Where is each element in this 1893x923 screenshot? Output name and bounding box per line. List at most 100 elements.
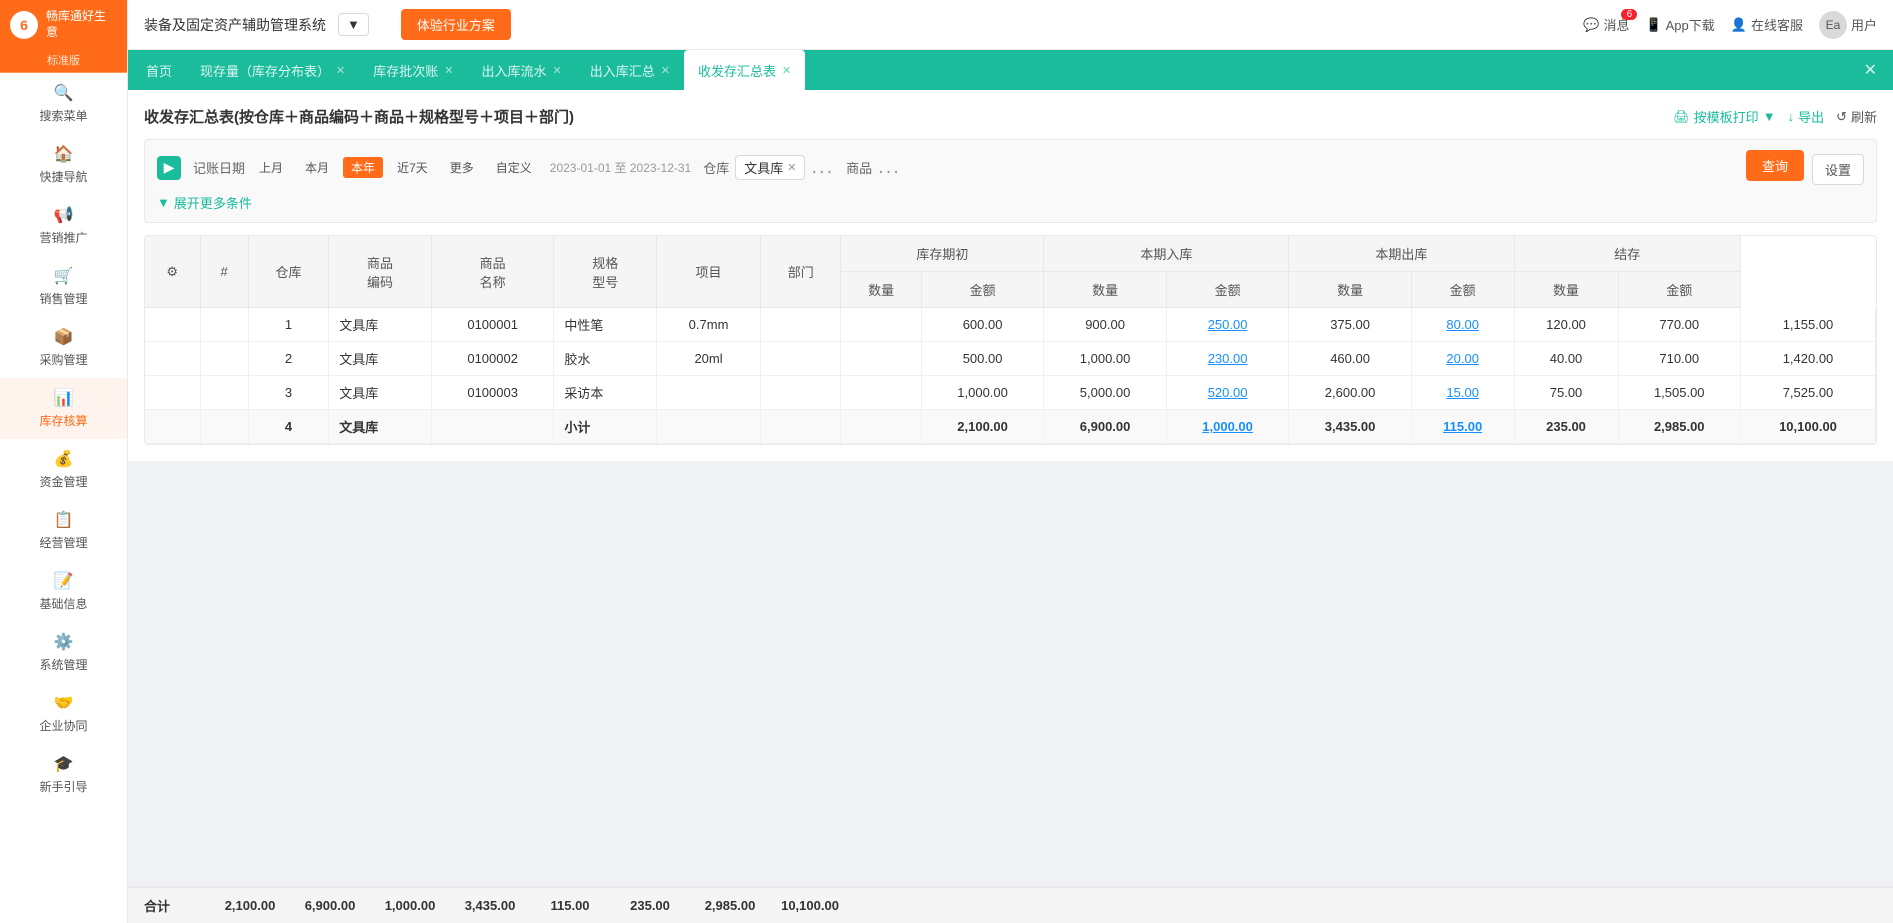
sidebar-item-guide[interactable]: 🎓 新手引导 [0,744,127,805]
cell-goods-code: 0100001 [431,308,554,342]
date-btn-more[interactable]: 更多 [442,157,482,178]
sidebar-item-enterprise[interactable]: 🤝 企业协同 [0,683,127,744]
warehouse-more[interactable]: ... [811,156,834,179]
cell-in-qty[interactable]: 250.00 [1166,308,1289,342]
query-btn[interactable]: 查询 [1746,150,1804,181]
cell-open-qty: 2,100.00 [921,410,1044,444]
sidebar-item-label: 库存核算 [39,412,87,429]
cell-goods-name: 中性笔 [554,308,657,342]
footer-close-amt: 10,100.00 [770,898,850,913]
system-dropdown[interactable]: ▼ [338,13,369,36]
tab-batch[interactable]: 库存批次账 ✕ [359,50,467,90]
sidebar-item-basic[interactable]: 📝 基础信息 [0,561,127,622]
refresh-icon: ↺ [1836,109,1847,125]
avatar: Ea [1819,11,1847,39]
sidebar-item-purchase[interactable]: 📦 采购管理 [0,317,127,378]
th-settings[interactable]: ⚙ [145,236,200,308]
date-btn-custom[interactable]: 自定义 [488,157,540,178]
sidebar-item-sales[interactable]: 🛒 销售管理 [0,256,127,317]
sidebar-item-finance[interactable]: 💰 资金管理 [0,439,127,500]
th-out-qty: 数量 [1289,272,1412,308]
footer-out-amt: 235.00 [610,898,690,913]
goods-more[interactable]: ... [878,156,901,179]
cell-checkbox [200,342,248,376]
cell-in-amt: 375.00 [1289,308,1412,342]
cell-checkbox [200,410,248,444]
tab-close-icon[interactable]: ✕ [553,64,562,77]
filter-toggle-btn[interactable]: ▶ [157,156,181,180]
cell-out-amt: 235.00 [1514,410,1618,444]
tab-close-icon[interactable]: ✕ [661,64,670,77]
tab-close-icon[interactable]: ✕ [782,64,791,77]
online-service-btn[interactable]: 👤 在线客服 [1731,15,1803,34]
cell-goods-name: 胶水 [554,342,657,376]
inventory-icon: 📊 [54,388,74,408]
app-download-btn[interactable]: 📱 App下载 [1645,15,1714,34]
date-btn-this-month[interactable]: 本月 [297,157,337,178]
date-btn-7days[interactable]: 近7天 [389,157,436,178]
cell-out-qty[interactable]: 15.00 [1411,376,1514,410]
th-close-amt: 金额 [1618,272,1741,308]
cell-warehouse: 文具库 [329,342,432,376]
tab-recv-send[interactable]: 收发存汇总表 ✕ [684,50,805,90]
tab-home[interactable]: 首页 [132,50,186,90]
footer-open-qty: 2,100.00 [210,898,290,913]
logo-text: 畅库通好生意 [46,9,117,40]
cell-close-amt: 1,420.00 [1741,342,1876,376]
sidebar-item-inventory[interactable]: 📊 库存核算 [0,378,127,439]
filter-date-group: 记账日期 上月 本月 本年 近7天 更多 自定义 2023-01-01 至 20… [193,157,691,178]
table-row: 3文具库0100003采访本1,000.005,000.00520.002,60… [145,376,1876,410]
cell-close-amt: 7,525.00 [1741,376,1876,410]
cell-out-qty[interactable]: 20.00 [1411,342,1514,376]
tab-close-icon[interactable]: ✕ [444,64,453,77]
sidebar-item-label: 企业协同 [39,717,87,734]
sidebar: 6 畅库通好生意 标准版 🔍 搜索菜单 🏠 快捷导航 📢 营销推广 🛒 销售管理… [0,0,128,923]
cell-goods-spec [657,410,761,444]
sidebar-item-operations[interactable]: 📋 经营管理 [0,500,127,561]
experience-btn[interactable]: 体验行业方案 [401,9,511,40]
refresh-btn[interactable]: ↺ 刷新 [1836,107,1877,126]
filter-goods-group: 商品 ... [846,156,901,179]
setting-btn[interactable]: 设置 [1812,154,1864,185]
sidebar-item-system[interactable]: ⚙️ 系统管理 [0,622,127,683]
sidebar-item-marketing[interactable]: 📢 营销推广 [0,195,127,256]
notification-btn[interactable]: 💬 消息 6 [1583,15,1629,34]
cell-in-qty[interactable]: 230.00 [1166,342,1289,376]
warehouse-tag-close[interactable]: ✕ [787,161,796,174]
tab-flow[interactable]: 出入库流水 ✕ [467,50,575,90]
cell-close-qty: 1,505.00 [1618,376,1741,410]
cell-in-amt: 3,435.00 [1289,410,1412,444]
sidebar-item-label: 销售管理 [39,290,87,307]
cell-out-qty[interactable]: 80.00 [1411,308,1514,342]
tabs-close-all[interactable]: ✕ [1852,60,1889,80]
tab-stock-dist[interactable]: 现存量（库存分布表） ✕ [186,50,359,90]
date-btn-last-month[interactable]: 上月 [251,157,291,178]
cell-no: 1 [248,308,328,342]
page: 收发存汇总表(按仓库＋商品编码＋商品＋规格型号＋项目＋部门) 🖨 按模板打印 ▼… [128,90,1893,461]
cell-out-qty[interactable]: 115.00 [1411,410,1514,444]
user-menu[interactable]: Ea 用户 [1819,11,1877,39]
sidebar-item-label: 搜索菜单 [39,107,87,124]
filter-warehouse-group: 仓库 文具库 ✕ ... [703,155,834,180]
date-btn-this-year[interactable]: 本年 [343,157,383,178]
cell-project [760,376,840,410]
th-open-qty: 数量 [841,272,921,308]
sidebar-item-search[interactable]: 🔍 搜索菜单 [0,73,127,134]
notification-icon: 💬 [1583,17,1599,33]
th-dept: 部门 [760,236,840,308]
goods-label: 商品 [846,158,872,177]
cell-in-qty[interactable]: 1,000.00 [1166,410,1289,444]
print-btn[interactable]: 🖨 按模板打印 ▼ [1673,107,1775,126]
table-row: 1文具库0100001中性笔0.7mm600.00900.00250.00375… [145,308,1876,342]
footer-label: 合计 [144,896,210,915]
expand-conditions-btn[interactable]: ▼ 展开更多条件 [157,193,1864,212]
export-btn[interactable]: ↓ 导出 [1788,107,1825,126]
tab-summary[interactable]: 出入库汇总 ✕ [576,50,684,90]
cell-in-amt: 460.00 [1289,342,1412,376]
sidebar-item-quick[interactable]: 🏠 快捷导航 [0,134,127,195]
cell-open-amt: 1,000.00 [1044,342,1167,376]
table-row: 4文具库小计2,100.006,900.001,000.003,435.0011… [145,410,1876,444]
cell-in-qty[interactable]: 520.00 [1166,376,1289,410]
tab-close-icon[interactable]: ✕ [336,64,345,77]
cell-close-amt: 1,155.00 [1741,308,1876,342]
